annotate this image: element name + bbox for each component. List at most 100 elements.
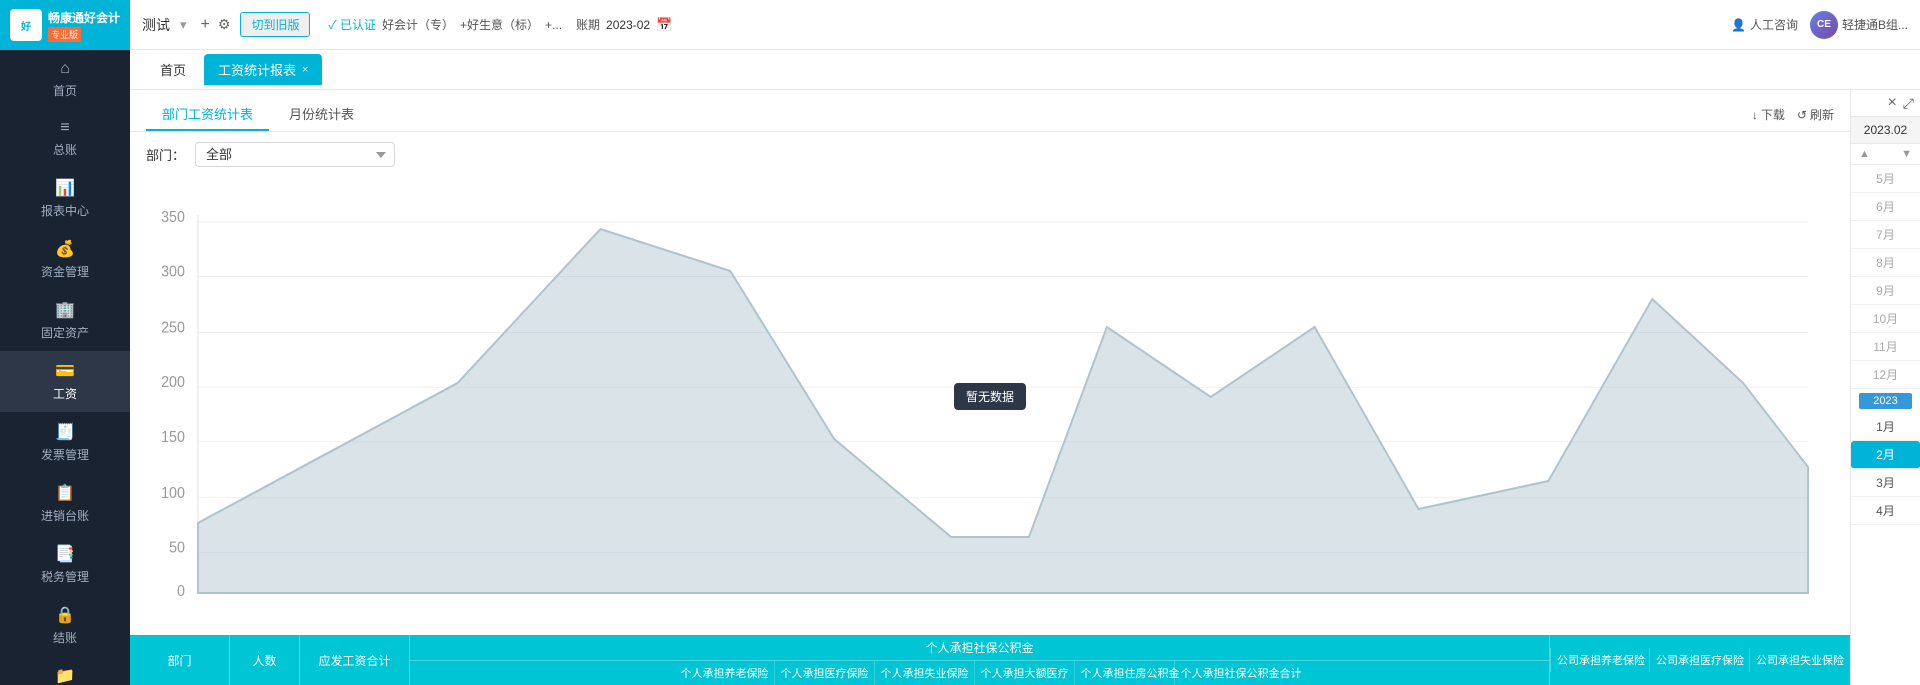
year-up-button[interactable]: ▲	[1859, 148, 1870, 160]
calendar-icon[interactable]: 📅	[656, 17, 672, 33]
table-header-bar: 部门 人数 应发工资合计 个人承担社保公积金 个人承担养老保险	[130, 635, 1850, 685]
month-item-4[interactable]: 4月	[1851, 497, 1920, 525]
user-menu[interactable]: CE 轻捷通B组...	[1810, 11, 1908, 39]
main-area: 测试 ▾ + ⚙ 切到旧版 ✓ 已认证 好会计（专） +好生意（标） +... …	[130, 0, 1920, 685]
th-company-unemployment: 公司承担失业保险	[1750, 648, 1850, 672]
th-personal-medical: 个人承担医疗保险	[775, 661, 875, 685]
panel-expand-button[interactable]: ⤢	[1903, 95, 1914, 112]
assets-icon: 🏢	[55, 300, 75, 320]
add-button[interactable]: +	[201, 16, 210, 34]
tabbar: 首页 工资统计报表 ×	[130, 50, 1920, 90]
month-item-6[interactable]: 6月	[1851, 193, 1920, 221]
sidebar-nav: ⌂ 首页 ≡ 总账 📊 报表中心 💰 资金管理 🏢 固定资产 💳 工资 🧾 发票…	[0, 50, 130, 685]
settings-button[interactable]: ⚙	[218, 16, 231, 33]
sidebar-item-home[interactable]: ⌂ 首页	[0, 50, 130, 109]
product-info2: +好生意（标）	[460, 16, 539, 33]
th-personal-group-title: 个人承担社保公积金	[410, 635, 1549, 661]
company-name: 测试	[142, 15, 170, 35]
month-item-10[interactable]: 10月	[1851, 305, 1920, 333]
download-label: 下载	[1761, 106, 1785, 123]
subtab-monthly-stats[interactable]: 月份统计表	[273, 98, 370, 131]
topbar-info: ✓ 已认证 好会计（专） +好生意（标） +... 账期 2023-02 📅	[328, 16, 672, 33]
sidebar-item-label: 资金管理	[41, 263, 89, 280]
svg-text:200: 200	[161, 375, 185, 392]
sidebar-item-sales[interactable]: 📋 进销台账	[0, 473, 130, 534]
sidebar-item-label: 总账	[53, 141, 77, 158]
sidebar: 好 畅康通好会计 专业版 ⌂ 首页 ≡ 总账 📊 报表中心 💰 资金管理 🏢 固…	[0, 0, 130, 685]
month-item-7[interactable]: 7月	[1851, 221, 1920, 249]
tab-close-icon[interactable]: ×	[302, 64, 308, 76]
filter-dept-select[interactable]: 全部 财务部 销售部 技术部	[195, 142, 395, 167]
panel-close-button[interactable]: ×	[1887, 94, 1896, 112]
th-headcount: 人数	[230, 635, 300, 685]
home-icon: ⌂	[60, 60, 70, 78]
tab-home[interactable]: 首页	[146, 54, 200, 85]
sidebar-item-tax[interactable]: 📑 税务管理	[0, 534, 130, 595]
product-info1: 好会计（专）	[382, 16, 454, 33]
sidebar-item-fixed-assets[interactable]: 🏢 固定资产	[0, 290, 130, 351]
current-date-label: 2023.02	[1864, 123, 1907, 137]
period-label: 账期	[576, 16, 600, 33]
dropdown-arrow-icon[interactable]: ▾	[180, 17, 187, 33]
tab-payroll-stats[interactable]: 工资统计报表 ×	[204, 54, 322, 85]
refresh-button[interactable]: ↺ 刷新	[1797, 106, 1834, 123]
download-icon: ↓	[1752, 108, 1758, 122]
help-button[interactable]: 👤 人工咨询	[1731, 16, 1798, 33]
sidebar-item-closing[interactable]: 🔒 结账	[0, 595, 130, 656]
subtabs: 部门工资统计表 月份统计表	[146, 98, 370, 131]
sidebar-item-label: 税务管理	[41, 568, 89, 585]
month-list: 5月 6月 7月 8月 9月 10月 11月 12月 2023 1月 2月 3月…	[1851, 165, 1920, 685]
sidebar-item-label: 结账	[53, 629, 77, 646]
year-2023-label: 2023	[1859, 393, 1912, 409]
month-item-8[interactable]: 8月	[1851, 249, 1920, 277]
sidebar-item-general-ledger[interactable]: ≡ 总账	[0, 109, 130, 168]
help-icon: 👤	[1731, 18, 1746, 32]
th-personal-group: 个人承担社保公积金 个人承担养老保险 个人承担医疗保险 个人承担失业保险 个人承…	[410, 635, 1550, 685]
topbar-actions: + ⚙	[201, 16, 231, 34]
svg-text:300: 300	[161, 264, 185, 281]
tax-icon: 📑	[55, 544, 75, 564]
subtab-dept-stats[interactable]: 部门工资统计表	[146, 98, 269, 131]
sidebar-item-label: 固定资产	[41, 324, 89, 341]
month-item-5[interactable]: 5月	[1851, 165, 1920, 193]
user-name: 轻捷通B组...	[1842, 16, 1908, 33]
subtabbar: 部门工资统计表 月份统计表 ↓ 下载 ↺ 刷新	[130, 90, 1850, 132]
closing-icon: 🔒	[55, 605, 75, 625]
sidebar-item-invoices[interactable]: 🧾 发票管理	[0, 412, 130, 473]
month-item-11[interactable]: 11月	[1851, 333, 1920, 361]
sidebar-item-archive[interactable]: 📁 归档管理	[0, 656, 130, 685]
month-item-2[interactable]: 2月	[1851, 441, 1920, 469]
help-label: 人工咨询	[1750, 16, 1798, 33]
month-item-3[interactable]: 3月	[1851, 469, 1920, 497]
date-panel: × ⤢ 2023.02 ▲ ▼ 5月 6月 7月 8月 9月 10月 11月 1…	[1850, 90, 1920, 685]
salary-chart: 350 300 250 200 150 100 50 0	[146, 187, 1834, 635]
app-logo: 好 畅康通好会计 专业版	[0, 0, 130, 50]
refresh-icon: ↺	[1797, 108, 1807, 122]
download-button[interactable]: ↓ 下载	[1752, 106, 1785, 123]
sidebar-item-funds[interactable]: 💰 资金管理	[0, 229, 130, 290]
month-item-12[interactable]: 12月	[1851, 361, 1920, 389]
old-version-button[interactable]: 切到旧版	[240, 12, 310, 37]
th-personal-major-medical: 个人承担大额医疗	[975, 661, 1075, 685]
chart-container: 350 300 250 200 150 100 50 0	[130, 177, 1850, 635]
th-personal-unemployment: 个人承担失业保险	[875, 661, 975, 685]
th-company-medical: 公司承担医疗保险	[1650, 648, 1750, 672]
svg-text:150: 150	[161, 429, 185, 446]
svg-text:350: 350	[161, 210, 185, 227]
sidebar-item-payroll[interactable]: 💳 工资	[0, 351, 130, 412]
month-item-1[interactable]: 1月	[1851, 413, 1920, 441]
period-value: 2023-02	[606, 18, 650, 32]
th-company-pension: 公司承担养老保险	[1550, 648, 1650, 672]
logo-text: 畅康通好会计 专业版	[48, 9, 120, 42]
month-item-9[interactable]: 9月	[1851, 277, 1920, 305]
year-down-button[interactable]: ▼	[1901, 148, 1912, 160]
year-nav: ▲ ▼	[1851, 144, 1920, 165]
filterbar: 部门： 全部 财务部 销售部 技术部	[130, 132, 1850, 177]
date-panel-header: 2023.02	[1851, 117, 1920, 144]
sidebar-item-label: 工资	[53, 385, 77, 402]
svg-text:100: 100	[161, 485, 185, 502]
archive-icon: 📁	[55, 666, 75, 685]
topbar: 测试 ▾ + ⚙ 切到旧版 ✓ 已认证 好会计（专） +好生意（标） +... …	[130, 0, 1920, 50]
sidebar-item-reports[interactable]: 📊 报表中心	[0, 168, 130, 229]
th-personal-total: 个人承担社保公积金合计	[1175, 661, 1285, 685]
